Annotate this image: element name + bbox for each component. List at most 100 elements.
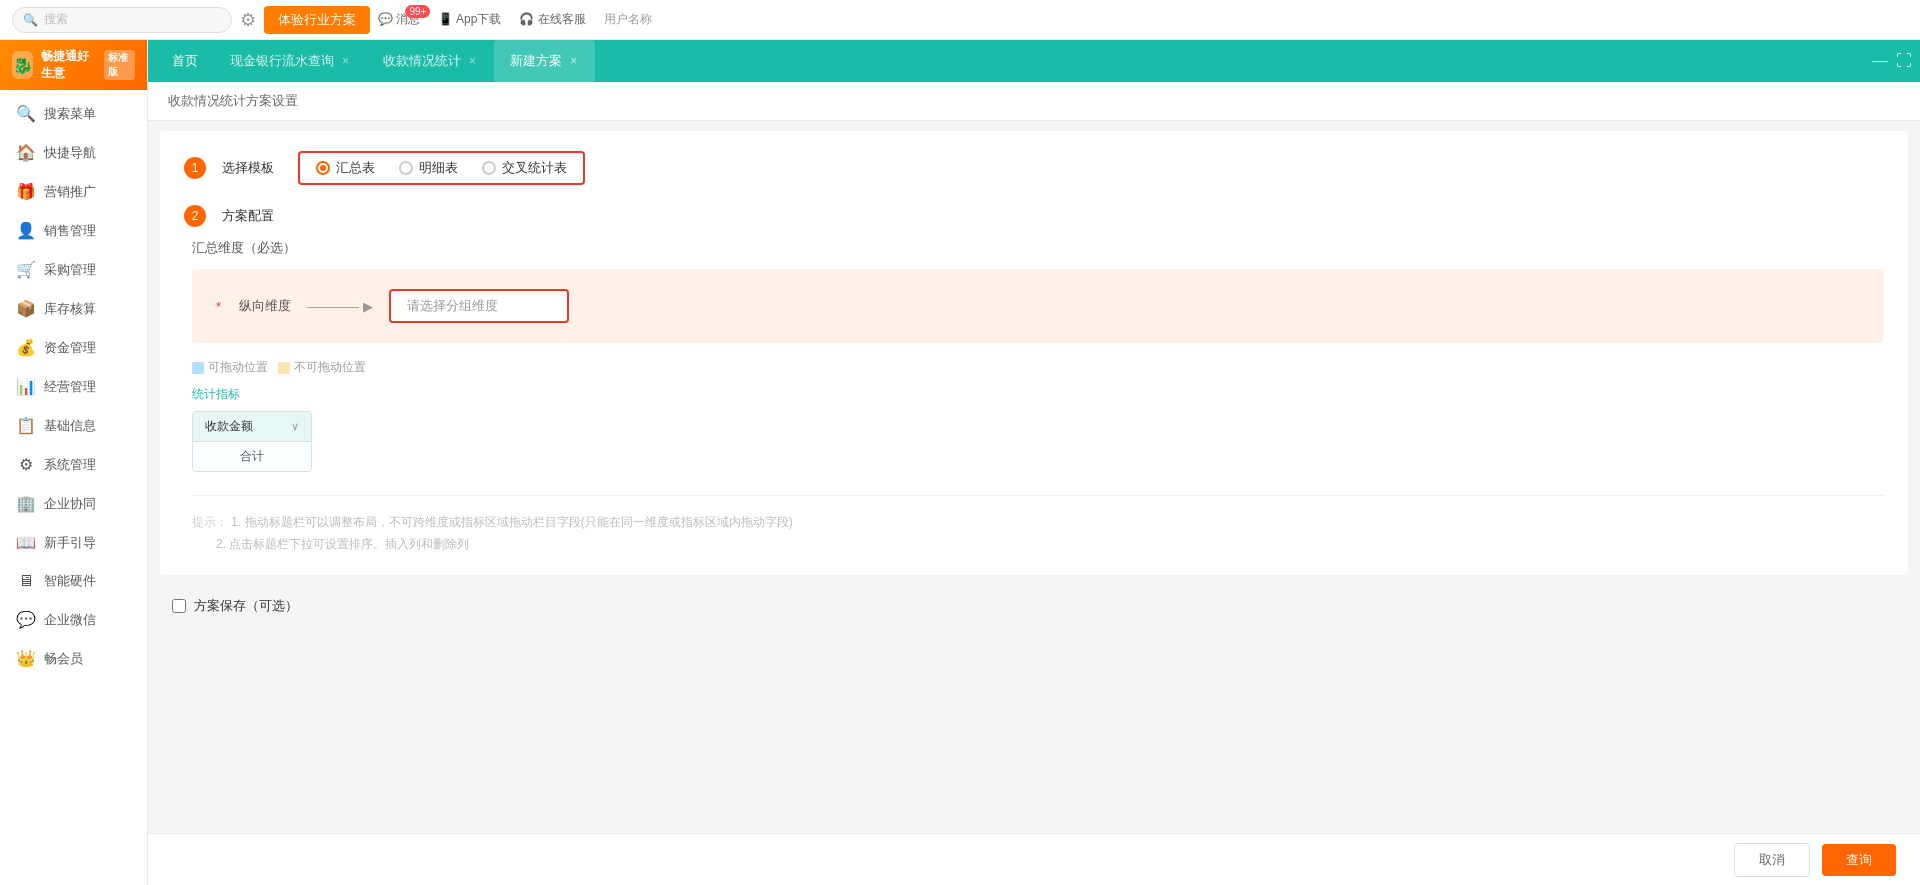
template-options: 汇总表 明细表 交叉统计表 [298,151,585,185]
operations-icon: 📊 [16,377,36,396]
sidebar-label-hardware: 智能硬件 [44,572,96,590]
legend-fixed-label: 不可拖动位置 [294,359,366,376]
tab-bar-right: — ⛶ [1872,52,1912,70]
metrics-header[interactable]: 收款金额 ∨ [193,412,311,442]
main-layout: 🐉 畅捷通好生意 标准版 🔍 搜索菜单 🏠 快捷导航 🎁 营销推广 👤 销售管理 [0,40,1920,885]
sidebar-label-basic-info: 基础信息 [44,417,96,435]
sidebar-item-guide[interactable]: 📖 新手引导 [0,523,147,562]
sidebar-label-marketing: 营销推广 [44,183,96,201]
radio-label-cross: 交叉统计表 [502,159,567,177]
sidebar-item-hardware[interactable]: 🖥 智能硬件 [0,562,147,600]
tab-bar: 首页 现金银行流水查询 × 收款情况统计 × 新建方案 × — ⛶ [148,40,1920,82]
sidebar-label-finance: 资金管理 [44,339,96,357]
sidebar-item-operations[interactable]: 📊 经营管理 [0,367,147,406]
dimension-area: * 纵向维度 ———— ▶ 请选择分组维度 [192,269,1884,343]
sidebar-label-system: 系统管理 [44,456,96,474]
tab-home[interactable]: 首页 [156,40,214,82]
sidebar-item-wechat[interactable]: 💬 企业微信 [0,600,147,639]
legend-fixed: 不可拖动位置 [278,359,366,376]
save-label: 方案保存（可选） [194,597,298,615]
radio-cross[interactable]: 交叉统计表 [482,159,567,177]
sidebar-label-member: 畅会员 [44,650,83,668]
step1-label: 选择模板 [222,159,274,177]
radio-label-summary: 汇总表 [336,159,375,177]
step1-badge: 1 [184,157,206,179]
dimension-row: * 纵向维度 ———— ▶ 请选择分组维度 [216,289,1860,323]
step2-row: 2 方案配置 [184,205,1884,227]
legend-draggable-label: 可拖动位置 [208,359,268,376]
sidebar-label-operations: 经营管理 [44,378,96,396]
sidebar-item-member[interactable]: 👑 畅会员 [0,639,147,678]
tab-fullscreen-button[interactable]: ⛶ [1896,52,1912,70]
tab-close-collection-stats[interactable]: × [467,52,478,70]
sidebar-item-sales[interactable]: 👤 销售管理 [0,211,147,250]
sidebar-label-wechat: 企业微信 [44,611,96,629]
sidebar-label-guide: 新手引导 [44,534,96,552]
sidebar-menu: 🔍 搜索菜单 🏠 快捷导航 🎁 营销推广 👤 销售管理 🛒 采购管理 📦 [0,90,147,885]
dimension-label: 纵向维度 [239,297,291,315]
sidebar-item-enterprise[interactable]: 🏢 企业协同 [0,484,147,523]
dimension-select-placeholder: 请选择分组维度 [407,298,498,313]
radio-summary[interactable]: 汇总表 [316,159,375,177]
guide-icon: 📖 [16,533,36,552]
save-checkbox[interactable] [172,599,186,613]
search-bar[interactable]: 🔍 搜索 [12,7,232,33]
legend-dot-draggable [192,362,204,374]
radio-detail[interactable]: 明细表 [399,159,458,177]
sidebar-item-marketing[interactable]: 🎁 营销推广 [0,172,147,211]
logo-area: 🐉 畅捷通好生意 标准版 [0,40,147,90]
message-badge: 99+ [405,5,430,18]
hint-item-1: 1. 拖动标题栏可以调整布局，不可跨维度或指标区域拖动栏目字段(只能在同一维度或… [231,515,792,529]
radio-circle-summary [316,161,330,175]
sidebar-item-finance[interactable]: 💰 资金管理 [0,328,147,367]
metrics-dropdown-arrow[interactable]: ∨ [291,420,299,433]
page-content: 收款情况统计方案设置 1 选择模板 汇总表 明细表 [148,82,1920,885]
hint-title: 提示： [192,515,228,529]
tab-close-new-plan[interactable]: × [568,52,579,70]
sidebar-label-search-menu: 搜索菜单 [44,105,96,123]
sidebar-item-search-menu[interactable]: 🔍 搜索菜单 [0,94,147,133]
finance-icon: 💰 [16,338,36,357]
radio-label-detail: 明细表 [419,159,458,177]
hint-item-2: 2. 点击标题栏下拉可设置排序、插入列和删除列 [216,537,469,551]
metrics-table: 收款金额 ∨ 合计 [192,411,312,472]
metrics-title: 统计指标 [192,386,1884,403]
sidebar-item-inventory[interactable]: 📦 库存核算 [0,289,147,328]
purchase-icon: 🛒 [16,260,36,279]
tab-collection-stats[interactable]: 收款情况统计 × [367,40,494,82]
sidebar-label-purchase: 采购管理 [44,261,96,279]
search-icon: 🔍 [23,13,38,27]
message-button[interactable]: 💬 消息 99+ [378,11,420,28]
top-right-actions: 💬 消息 99+ 📱 App下载 🎧 在线客服 用户名称 [378,11,652,28]
metrics-header-label: 收款金额 [205,418,253,435]
required-star: * [216,299,221,314]
inventory-icon: 📦 [16,299,36,318]
app-download-button[interactable]: 📱 App下载 [438,11,501,28]
dimension-select[interactable]: 请选择分组维度 [389,289,569,323]
tab-close-bank-flow[interactable]: × [340,52,351,70]
save-section: 方案保存（可选） [148,585,1920,627]
settings-button[interactable]: ⚙ [240,9,256,31]
legend-dot-fixed [278,362,290,374]
tab-new-plan[interactable]: 新建方案 × [494,40,595,82]
online-service-button[interactable]: 🎧 在线客服 [519,11,585,28]
sidebar-item-basic-info[interactable]: 📋 基础信息 [0,406,147,445]
step2-badge: 2 [184,205,206,227]
cancel-button[interactable]: 取消 [1734,843,1810,877]
metrics-section: 可拖动位置 不可拖动位置 统计指标 收款金额 [192,359,1884,475]
sidebar: 🐉 畅捷通好生意 标准版 🔍 搜索菜单 🏠 快捷导航 🎁 营销推广 👤 销售管理 [0,40,148,885]
tab-bank-flow[interactable]: 现金银行流水查询 × [214,40,367,82]
arrow-line: ———— ▶ [307,299,373,314]
dimension-title: 汇总维度（必选） [192,239,1884,257]
sidebar-item-purchase[interactable]: 🛒 采购管理 [0,250,147,289]
trial-button[interactable]: 体验行业方案 [264,6,370,34]
sidebar-item-quick-nav[interactable]: 🏠 快捷导航 [0,133,147,172]
search-placeholder: 搜索 [44,11,68,28]
query-button[interactable]: 查询 [1822,844,1896,876]
tab-minimize-button[interactable]: — [1872,52,1888,70]
hint-text: 提示： 1. 拖动标题栏可以调整布局，不可跨维度或指标区域拖动栏目字段(只能在同… [192,512,1884,555]
sidebar-item-system[interactable]: ⚙ 系统管理 [0,445,147,484]
logo-name: 畅捷通好生意 [41,48,96,82]
sidebar-label-sales: 销售管理 [44,222,96,240]
metrics-legend-row: 可拖动位置 不可拖动位置 [192,359,1884,376]
